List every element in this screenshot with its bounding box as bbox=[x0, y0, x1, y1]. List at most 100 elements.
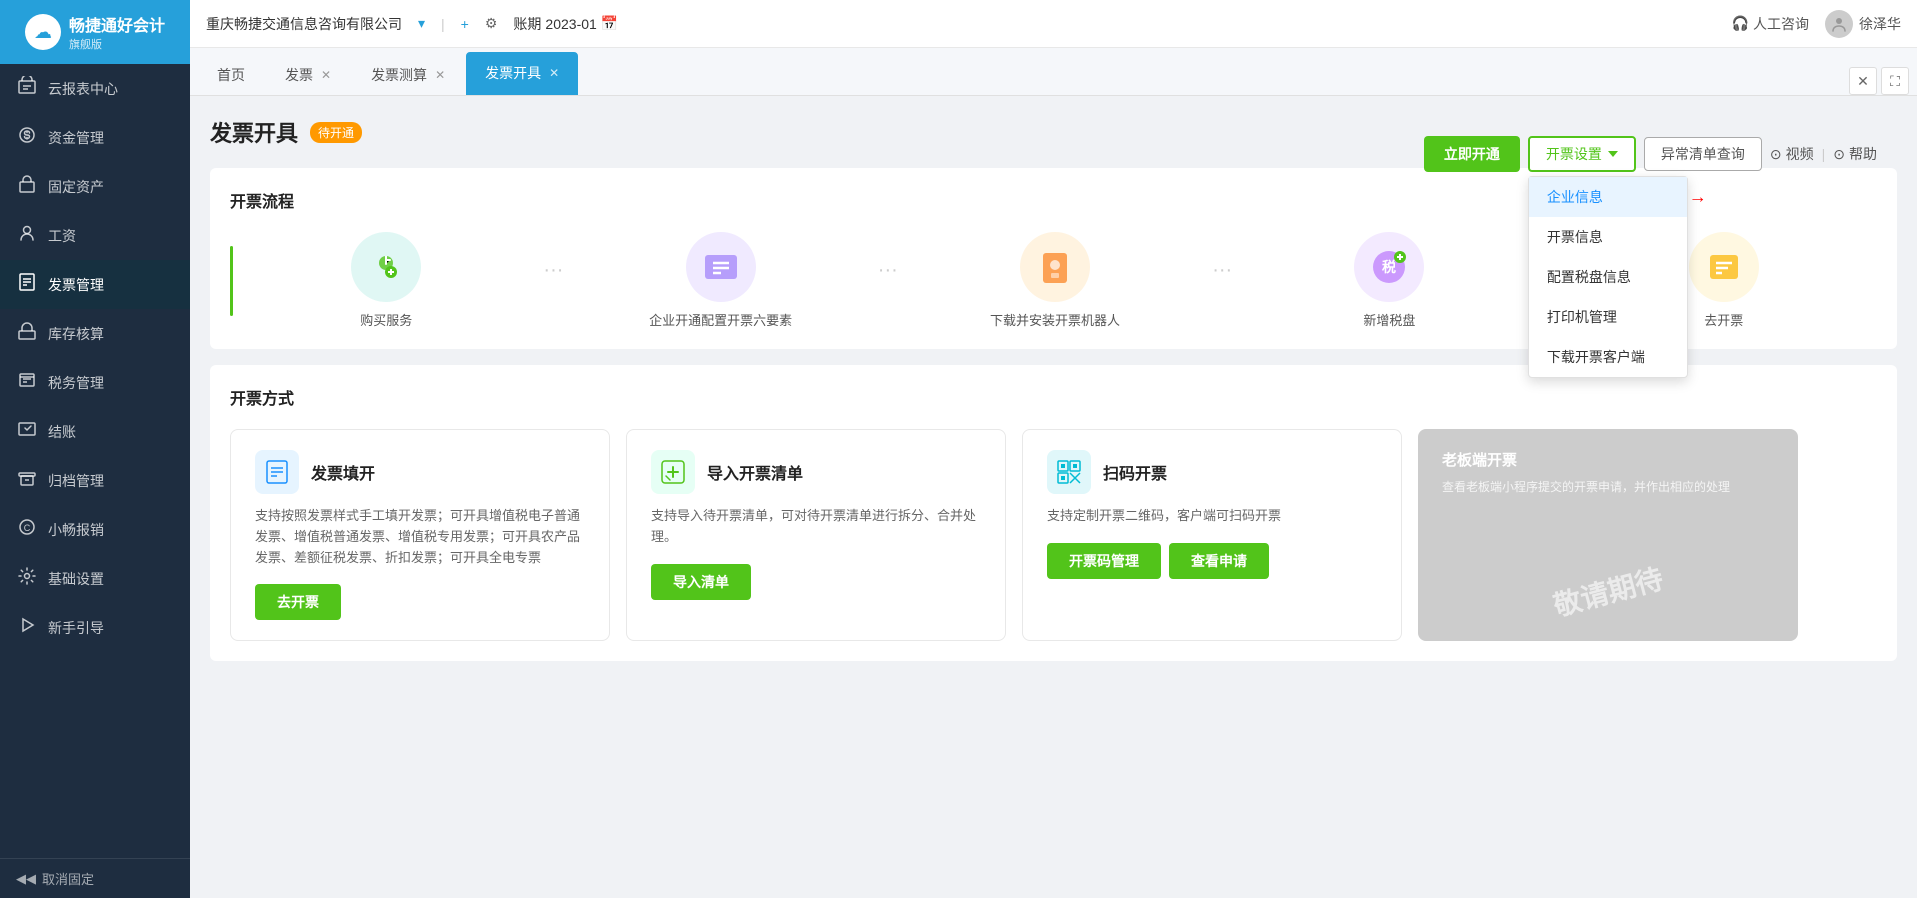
boss-card-desc: 查看老板端小程序提交的开票申请，并作出相应的处理 bbox=[1442, 478, 1774, 496]
cloud-report-icon bbox=[16, 76, 38, 101]
manual-go-btn[interactable]: 去开票 bbox=[255, 584, 341, 620]
tab-invoice[interactable]: 发票 ✕ bbox=[266, 54, 350, 95]
import-card-title: 导入开票清单 bbox=[707, 460, 803, 484]
sidebar-item-invoice[interactable]: 发票管理 bbox=[0, 260, 190, 309]
sidebar-item-cloud-report-label: 云报表中心 bbox=[48, 79, 118, 99]
headset-icon: 🎧 bbox=[1732, 15, 1749, 32]
unpin-icon: ◀◀ bbox=[16, 871, 36, 887]
sidebar-item-fixed-assets[interactable]: 固定资产 bbox=[0, 162, 190, 211]
flow-step-5-icon bbox=[1689, 232, 1759, 302]
tab-invoice-issue[interactable]: 发票开具 ✕ bbox=[466, 52, 578, 95]
sidebar-bottom-action[interactable]: ◀◀ 取消固定 bbox=[0, 858, 190, 898]
company-dropdown-btn[interactable]: ▾ bbox=[418, 15, 425, 32]
settings-dropdown-container: 开票设置 企业信息 → bbox=[1528, 136, 1636, 172]
page-title: 发票开具 bbox=[210, 116, 298, 148]
help-btn[interactable]: ⊙ 帮助 bbox=[1833, 144, 1877, 164]
inventory-icon bbox=[16, 321, 38, 346]
tab-invoice-calc-label: 发票测算 bbox=[371, 65, 427, 85]
sidebar-item-report-label: 小畅报销 bbox=[48, 520, 104, 540]
flow-step-2: 企业开通配置开票六要素 bbox=[567, 232, 873, 329]
add-company-btn[interactable]: + bbox=[461, 16, 469, 32]
funds-icon bbox=[16, 125, 38, 150]
manual-invoice-icon bbox=[255, 450, 299, 494]
page-content: 发票开具 待开通 立即开通 开票设置 bbox=[190, 96, 1917, 898]
sidebar-item-inventory[interactable]: 库存核算 bbox=[0, 309, 190, 358]
method-card-import: 导入开票清单 支持导入待开票清单，可对待开票清单进行拆分、合并处理。 导入清单 bbox=[626, 429, 1006, 641]
scan-card-title: 扫码开票 bbox=[1103, 460, 1167, 484]
sidebar-item-archive-label: 归档管理 bbox=[48, 471, 104, 491]
help-icon: ⊙ bbox=[1833, 146, 1845, 163]
manual-card-desc: 支持按照发票样式手工填开发票；可开具增值税电子普通发票、增值税普通发票、增值税专… bbox=[255, 506, 585, 568]
svg-text:C: C bbox=[24, 523, 31, 533]
sidebar-nav: 云报表中心 资金管理 固定资产 bbox=[0, 64, 190, 858]
qrcode-manage-btn[interactable]: 开票码管理 bbox=[1047, 543, 1161, 579]
settings-sidebar-icon bbox=[16, 566, 38, 591]
sidebar-item-payroll[interactable]: 工资 bbox=[0, 211, 190, 260]
sidebar-item-guide[interactable]: 新手引导 bbox=[0, 603, 190, 652]
tab-invoice-calc-close[interactable]: ✕ bbox=[435, 69, 445, 81]
flow-step-4-icon: 税 bbox=[1354, 232, 1424, 302]
boss-overlay: 敬请期待 bbox=[1419, 523, 1796, 641]
content-header: 重庆畅捷交通信息咨询有限公司 ▾ | + ⚙ 账期 2023-01 📅 🎧 人工… bbox=[190, 0, 1917, 48]
import-invoice-icon bbox=[651, 450, 695, 494]
sidebar-item-inventory-label: 库存核算 bbox=[48, 324, 104, 344]
flow-arrow-2: ··· bbox=[874, 259, 902, 282]
sidebar-item-guide-label: 新手引导 bbox=[48, 618, 104, 638]
tab-home[interactable]: 首页 bbox=[198, 54, 264, 95]
dropdown-item-download-client[interactable]: 下载开票客户端 bbox=[1529, 337, 1687, 377]
view-application-btn[interactable]: 查看申请 bbox=[1169, 543, 1269, 579]
tab-maximize-btn[interactable]: ⛶ bbox=[1881, 67, 1909, 95]
tab-invoice-issue-close[interactable]: ✕ bbox=[549, 67, 559, 79]
period-display: 账期 2023-01 📅 bbox=[513, 14, 618, 34]
import-card-desc: 支持导入待开票清单，可对待开票清单进行拆分、合并处理。 bbox=[651, 506, 981, 548]
sidebar-item-funds[interactable]: 资金管理 bbox=[0, 113, 190, 162]
sidebar-item-archive[interactable]: 归档管理 bbox=[0, 456, 190, 505]
sidebar-item-invoice-label: 发票管理 bbox=[48, 275, 104, 295]
method-card-scan: 扫码开票 支持定制开票二维码，客户端可扫码开票 开票码管理 查看申请 bbox=[1022, 429, 1402, 641]
sidebar-item-settings[interactable]: 基础设置 bbox=[0, 554, 190, 603]
sidebar-item-settlement[interactable]: 结账 bbox=[0, 407, 190, 456]
sidebar-item-report[interactable]: C 小畅报销 bbox=[0, 505, 190, 554]
tab-invoice-close[interactable]: ✕ bbox=[321, 69, 331, 81]
tab-home-label: 首页 bbox=[217, 65, 245, 85]
company-name: 重庆畅捷交通信息咨询有限公司 bbox=[206, 14, 402, 34]
support-btn[interactable]: 🎧 人工咨询 bbox=[1732, 14, 1809, 34]
avatar bbox=[1825, 10, 1853, 38]
header-right: 🎧 人工咨询 徐泽华 bbox=[1732, 10, 1901, 38]
guide-icon bbox=[16, 615, 38, 640]
method-card-boss: 老板端开票 查看老板端小程序提交的开票申请，并作出相应的处理 敬请期待 bbox=[1418, 429, 1798, 641]
import-btn[interactable]: 导入清单 bbox=[651, 564, 751, 600]
flow-step-1: 购买服务 bbox=[233, 232, 539, 329]
flow-arrow-1: ··· bbox=[539, 259, 567, 282]
status-badge: 待开通 bbox=[310, 122, 362, 143]
dropdown-item-tax-config[interactable]: 配置税盘信息 bbox=[1529, 257, 1687, 297]
boss-card-title: 老板端开票 bbox=[1442, 449, 1774, 470]
flow-step-3-icon bbox=[1020, 232, 1090, 302]
flow-step-4: 税 新增税盘 bbox=[1236, 232, 1542, 329]
dropdown-item-invoice-info[interactable]: 开票信息 bbox=[1529, 217, 1687, 257]
abnormal-list-btn[interactable]: 异常清单查询 bbox=[1644, 137, 1762, 171]
sidebar-item-tax[interactable]: 税务管理 bbox=[0, 358, 190, 407]
sidebar-item-cloud-report[interactable]: 云报表中心 bbox=[0, 64, 190, 113]
tab-close-btn[interactable]: ✕ bbox=[1849, 67, 1877, 95]
sidebar: ☁ 畅捷通好会计 旗舰版 云报表中心 bbox=[0, 0, 190, 898]
calendar-icon[interactable]: 📅 bbox=[601, 15, 618, 32]
sidebar-item-fixed-assets-label: 固定资产 bbox=[48, 177, 104, 197]
dropdown-item-company-info[interactable]: 企业信息 → bbox=[1529, 177, 1687, 217]
chevron-down-icon bbox=[1608, 151, 1618, 157]
activate-btn[interactable]: 立即开通 bbox=[1424, 136, 1520, 172]
manual-card-title: 发票填开 bbox=[311, 460, 375, 484]
logo-sub: 旗舰版 bbox=[69, 36, 165, 52]
sidebar-item-funds-label: 资金管理 bbox=[48, 128, 104, 148]
user-info[interactable]: 徐泽华 bbox=[1825, 10, 1901, 38]
svg-text:税: 税 bbox=[1382, 259, 1396, 275]
settings-btn[interactable]: ⚙ bbox=[485, 15, 498, 32]
username: 徐泽华 bbox=[1859, 14, 1901, 34]
invoice-settings-btn[interactable]: 开票设置 bbox=[1528, 136, 1636, 172]
method-section-title: 开票方式 bbox=[230, 385, 1877, 409]
report-icon: C bbox=[16, 517, 38, 542]
video-btn[interactable]: ⊙ 视频 bbox=[1770, 144, 1814, 164]
dropdown-item-printer[interactable]: 打印机管理 bbox=[1529, 297, 1687, 337]
tab-invoice-calc[interactable]: 发票测算 ✕ bbox=[352, 54, 464, 95]
video-icon: ⊙ bbox=[1770, 146, 1782, 163]
